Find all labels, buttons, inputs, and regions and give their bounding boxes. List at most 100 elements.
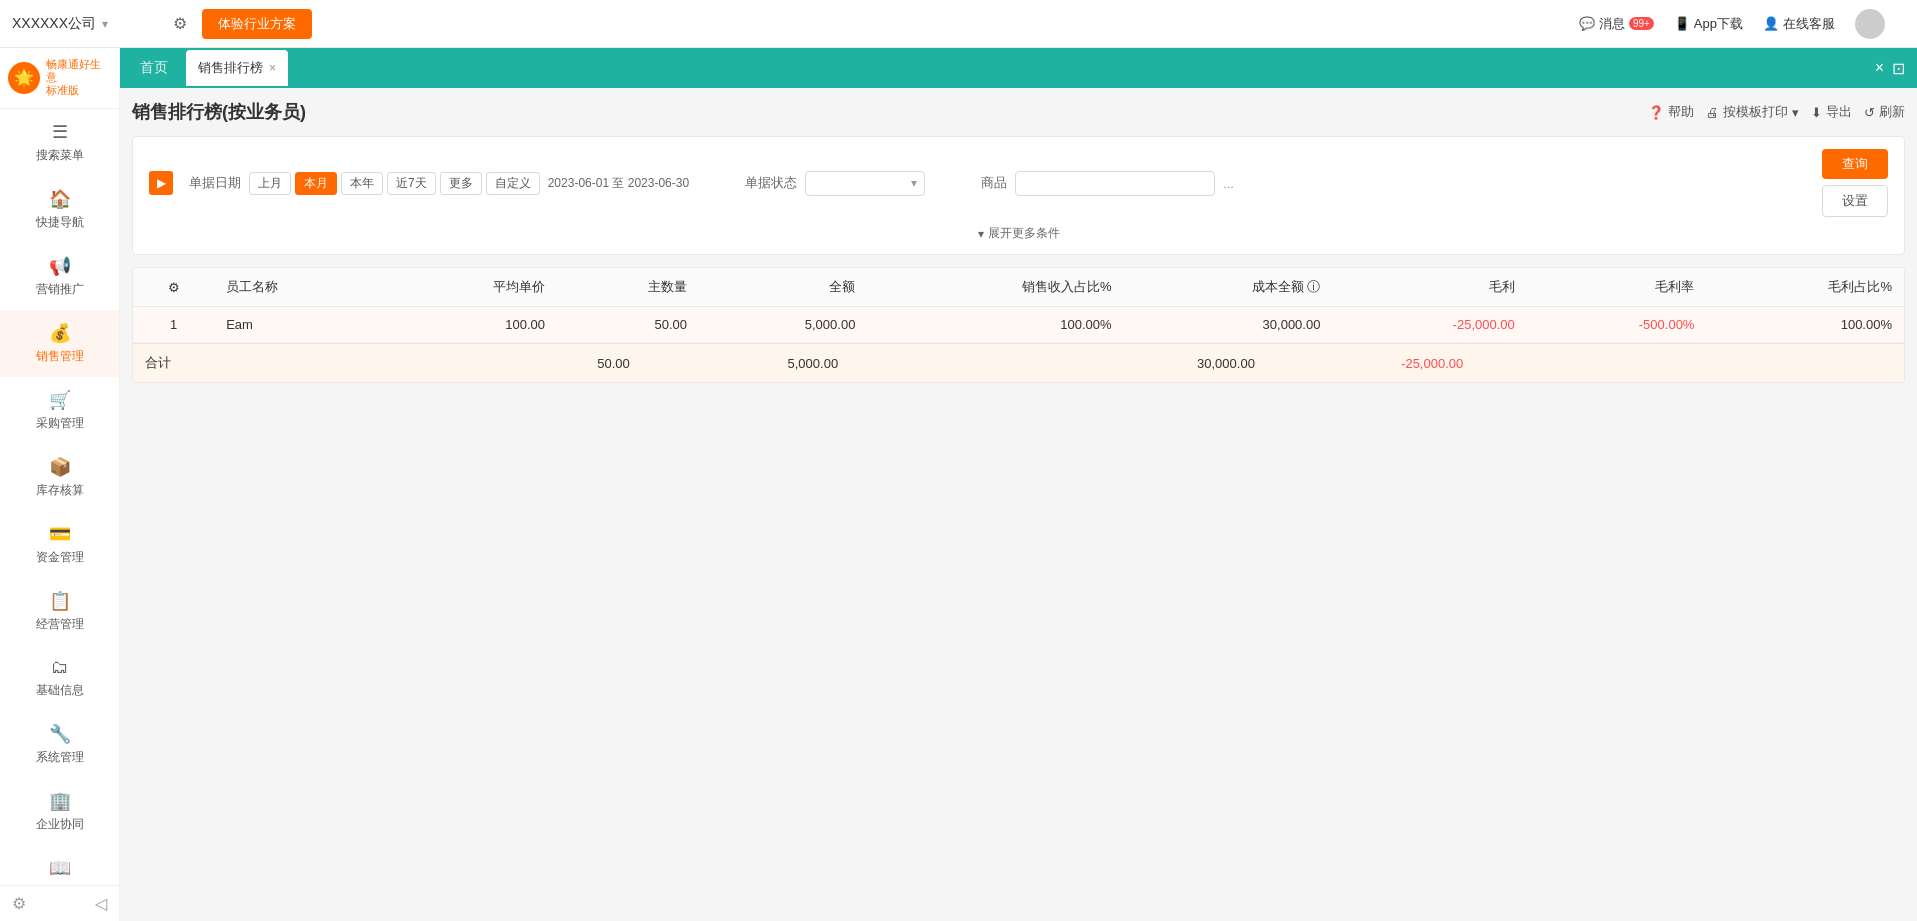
filter-row-1: ▶ 单据日期 上月 本月 本年 近7天 更多 自定义 2023-0 (149, 149, 1888, 217)
sidebar: 🌟 畅康通好生意 标准版 ☰ 搜索菜单 🏠 快捷导航 📢 营销推广 💰 销售管理 (0, 48, 120, 921)
print-template-button[interactable]: 🖨 按模板打印 ▾ (1706, 103, 1799, 121)
footer-cell-qty: 50.00 (433, 356, 641, 371)
top-bar-right: 💬 消息 99+ 📱 App下载 👤 在线客服 (1579, 9, 1905, 39)
tab-close-icon[interactable]: × (269, 61, 276, 75)
query-actions: 查询 设置 (1822, 149, 1888, 217)
sidebar-item-sales[interactable]: 💰 销售管理 (0, 310, 119, 377)
footer-cell-cost: 30,000.00 (1059, 356, 1267, 371)
goods-more-button[interactable]: ... (1223, 176, 1234, 191)
help-icon: ❓ (1648, 105, 1664, 120)
goods-filter-group: 商品 ... (981, 171, 1234, 196)
service-icon: 👤 (1763, 16, 1779, 31)
filter-expand-arrow[interactable]: ▶ (149, 171, 173, 195)
operations-icon: 📋 (49, 590, 71, 612)
col-cost: 成本全额 ⓘ (1124, 268, 1333, 307)
content-area: 首页 销售排行榜 × × ⊡ 销售排行榜(按业务员) ❓ 帮助 (120, 48, 1917, 921)
basic-info-icon: 🗂 (51, 657, 69, 678)
sidebar-item-purchase[interactable]: 🛒 采购管理 (0, 377, 119, 444)
purchase-icon: 🛒 (49, 389, 71, 411)
tab-label: 销售排行榜 (198, 59, 263, 77)
window-expand-button[interactable]: ⊡ (1892, 59, 1905, 78)
inventory-icon: 📦 (49, 456, 71, 478)
app-dl-label: App下载 (1694, 15, 1743, 33)
expand-label: 展开更多条件 (988, 225, 1060, 242)
date-tab-this-year[interactable]: 本年 (341, 172, 383, 195)
date-tab-more[interactable]: 更多 (440, 172, 482, 195)
cell-name: Eam (214, 307, 385, 343)
online-service-button[interactable]: 👤 在线客服 (1763, 15, 1835, 33)
sidebar-item-finance[interactable]: 💳 资金管理 (0, 511, 119, 578)
sidebar-item-quick-nav[interactable]: 🏠 快捷导航 (0, 176, 119, 243)
date-tab-this-month[interactable]: 本月 (295, 172, 337, 195)
tab-bar: 首页 销售排行榜 × × ⊡ (120, 48, 1917, 88)
col-avg-price: 平均单价 (386, 268, 557, 307)
status-select-wrapper (805, 171, 925, 196)
date-tab-prev-month[interactable]: 上月 (249, 172, 291, 195)
col-settings[interactable]: ⚙ (133, 268, 214, 307)
table-header: ⚙ 员工名称 平均单价 主数量 全额 销售收入占比% 成本全额 ⓘ 毛利 毛利率… (133, 268, 1904, 307)
enterprise-icon: 🏢 (49, 790, 71, 812)
sidebar-item-label: 系统管理 (36, 749, 84, 766)
sidebar-item-enterprise[interactable]: 🏢 企业协同 (0, 778, 119, 845)
company-selector[interactable]: XXXXXX公司 ▾ (12, 15, 162, 33)
expand-icon: ▾ (978, 227, 984, 241)
tab-sales-ranking[interactable]: 销售排行榜 × (186, 50, 288, 86)
sidebar-settings-button[interactable]: ⚙ (12, 894, 26, 913)
main-layout: 🌟 畅康通好生意 标准版 ☰ 搜索菜单 🏠 快捷导航 📢 营销推广 💰 销售管理 (0, 48, 1917, 921)
sidebar-item-search-order[interactable]: ☰ 搜索菜单 (0, 109, 119, 176)
table-body: 1 Eam 100.00 50.00 5,000.00 100.00% 30,0… (133, 307, 1904, 343)
sidebar-item-system[interactable]: 🔧 系统管理 (0, 711, 119, 778)
footer-cell-sales-pct-empty (850, 356, 1058, 371)
refresh-button[interactable]: ↺ 刷新 (1864, 103, 1905, 121)
cell-gross: -25,000.00 (1332, 307, 1526, 343)
message-icon: 💬 (1579, 16, 1595, 31)
expand-conditions-button[interactable]: ▾ 展开更多条件 (978, 225, 1060, 242)
sidebar-item-marketing[interactable]: 📢 营销推广 (0, 243, 119, 310)
trial-industry-button[interactable]: 体验行业方案 (202, 9, 312, 39)
app-download-button[interactable]: 📱 App下载 (1674, 15, 1743, 33)
message-button[interactable]: 💬 消息 99+ (1579, 15, 1654, 33)
expand-row: ▾ 展开更多条件 (149, 217, 1888, 242)
help-button[interactable]: ❓ 帮助 (1648, 103, 1694, 121)
footer-cell-gross-rate-empty (1475, 356, 1683, 371)
data-table: ⚙ 员工名称 平均单价 主数量 全额 销售收入占比% 成本全额 ⓘ 毛利 毛利率… (133, 268, 1904, 343)
marketing-icon: 📢 (49, 255, 71, 277)
search-order-icon: ☰ (52, 121, 68, 143)
date-tab-custom[interactable]: 自定义 (486, 172, 540, 195)
date-filter-group: 单据日期 上月 本月 本年 近7天 更多 自定义 2023-06-01 至 20… (189, 172, 689, 195)
settings-button[interactable]: 设置 (1822, 185, 1888, 217)
service-label: 在线客服 (1783, 15, 1835, 33)
settings-gear-button[interactable]: ⚙ (166, 10, 194, 38)
sidebar-item-label: 库存核算 (36, 482, 84, 499)
window-close-button[interactable]: × (1875, 59, 1884, 77)
sidebar-item-basic-info[interactable]: 🗂 基础信息 (0, 645, 119, 711)
tab-home[interactable]: 首页 (124, 48, 184, 88)
sidebar-item-label: 经营管理 (36, 616, 84, 633)
status-filter-group: 单据状态 (745, 171, 925, 196)
goods-input[interactable] (1015, 171, 1215, 196)
sales-icon: 💰 (49, 322, 71, 344)
date-tab-7days[interactable]: 近7天 (387, 172, 436, 195)
status-select[interactable] (805, 171, 925, 196)
sidebar-item-inventory[interactable]: 📦 库存核算 (0, 444, 119, 511)
sidebar-item-label: 企业协同 (36, 816, 84, 833)
date-range: 2023-06-01 至 2023-06-30 (548, 175, 689, 192)
app-dl-icon: 📱 (1674, 16, 1690, 31)
sidebar-item-operations[interactable]: 📋 经营管理 (0, 578, 119, 645)
date-tabs: 上月 本月 本年 近7天 更多 自定义 (249, 172, 540, 195)
sidebar-collapse-button[interactable]: ◁ (95, 894, 107, 913)
system-icon: 🔧 (49, 723, 71, 745)
col-gross: 毛利 (1332, 268, 1526, 307)
company-chevron-icon: ▾ (102, 17, 108, 31)
date-label: 单据日期 (189, 174, 241, 192)
status-label: 单据状态 (745, 174, 797, 192)
print-chevron-icon: ▾ (1792, 105, 1799, 120)
sidebar-item-guide[interactable]: 📖 新手引导 (0, 845, 119, 885)
export-button[interactable]: ⬇ 导出 (1811, 103, 1852, 121)
table-card: ⚙ 员工名称 平均单价 主数量 全额 销售收入占比% 成本全额 ⓘ 毛利 毛利率… (132, 267, 1905, 383)
query-button[interactable]: 查询 (1822, 149, 1888, 179)
avatar[interactable] (1855, 9, 1885, 39)
quick-nav-icon: 🏠 (49, 188, 71, 210)
logo-icon: 🌟 (8, 62, 40, 94)
footer-cell-gross: -25,000.00 (1267, 356, 1475, 371)
